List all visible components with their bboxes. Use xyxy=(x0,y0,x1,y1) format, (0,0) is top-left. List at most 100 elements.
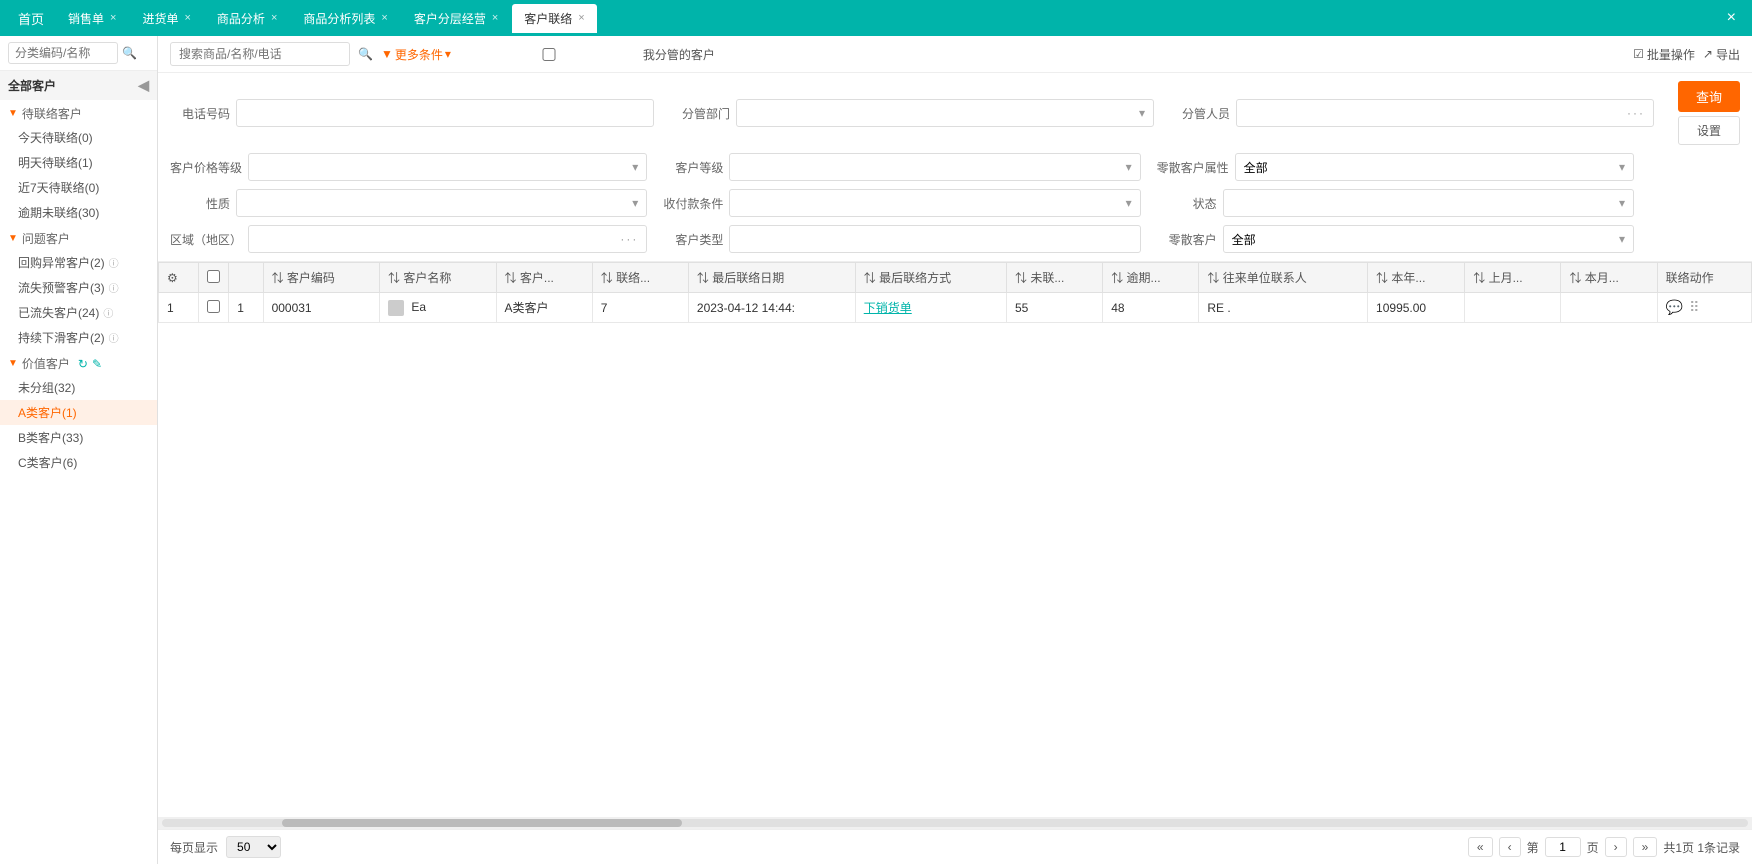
row-checkbox[interactable] xyxy=(207,300,220,313)
settings-button[interactable]: 设置 xyxy=(1678,116,1740,145)
export-button[interactable]: ↗ 导出 xyxy=(1703,46,1740,63)
qr-icon[interactable]: ⠿ xyxy=(1689,299,1699,316)
row-checkbox-cell[interactable] xyxy=(199,293,229,323)
prev-page-button[interactable]: ‹ xyxy=(1499,837,1521,857)
tab-sales[interactable]: 销售单 × xyxy=(56,4,128,33)
col-last-month[interactable]: ⇅ 上月... xyxy=(1465,263,1561,293)
col-this-month[interactable]: ⇅ 本月... xyxy=(1561,263,1657,293)
tab-product-analysis[interactable]: 商品分析 × xyxy=(205,4,289,33)
sidebar-item-churn-warning[interactable]: 流失预警客户(3) ⓘ xyxy=(0,275,157,300)
close-icon[interactable]: × xyxy=(184,12,190,24)
search-input[interactable] xyxy=(170,42,350,66)
tab-purchase[interactable]: 进货单 × xyxy=(130,4,202,33)
retail-attr-select[interactable]: 全部 ▾ xyxy=(1235,153,1634,181)
col-checkbox[interactable] xyxy=(199,263,229,293)
sort-icon: ⇅ xyxy=(601,271,613,285)
row-contact-count: 7 xyxy=(592,293,688,323)
my-customers-checkbox[interactable] xyxy=(459,48,639,61)
price-level-select[interactable]: ▾ xyxy=(248,153,647,181)
query-button[interactable]: 查询 xyxy=(1678,81,1740,112)
close-all-button[interactable]: × xyxy=(1719,5,1744,31)
col-customer-name[interactable]: ⇅ 客户名称 xyxy=(380,263,496,293)
sidebar-item-tomorrow-contact[interactable]: 明天待联络(1) xyxy=(0,150,157,175)
close-icon[interactable]: × xyxy=(110,12,116,24)
tab-customer-contact[interactable]: 客户联络 × xyxy=(512,4,596,33)
pending-contact-group[interactable]: ▼ 待联络客户 xyxy=(0,100,157,125)
col-last-method[interactable]: ⇅ 最后联络方式 xyxy=(855,263,1006,293)
sidebar-item-today-contact[interactable]: 今天待联络(0) xyxy=(0,125,157,150)
customer-level-select[interactable]: ▾ xyxy=(729,153,1140,181)
page-input[interactable] xyxy=(1545,837,1581,857)
col-this-year[interactable]: ⇅ 本年... xyxy=(1368,263,1465,293)
my-customers-checkbox-label[interactable]: 我分管的客户 xyxy=(459,46,715,63)
edit-icon[interactable]: ✎ xyxy=(92,357,102,371)
sort-icon: ⇅ xyxy=(1111,271,1123,285)
status-select[interactable]: ▾ xyxy=(1223,189,1634,217)
payment-select[interactable]: ▾ xyxy=(729,189,1140,217)
select-all-checkbox[interactable] xyxy=(207,270,220,283)
filter-search-icon[interactable]: 🔍 xyxy=(358,47,373,61)
first-page-button[interactable]: « xyxy=(1468,837,1493,857)
col-customer-type[interactable]: ⇅ 客户... xyxy=(496,263,592,293)
chevron-down-icon: ▾ xyxy=(632,196,638,210)
table-footer: 每页显示 50 100 200 « ‹ 第 页 › » 共1页 1条记录 xyxy=(158,829,1752,864)
close-icon[interactable]: × xyxy=(492,12,498,24)
next-page-button[interactable]: › xyxy=(1605,837,1627,857)
sidebar-search-icon[interactable]: 🔍 xyxy=(122,46,137,60)
customer-type-select[interactable] xyxy=(729,225,1140,253)
close-icon[interactable]: × xyxy=(578,12,584,24)
col-customer-code[interactable]: ⇅ 客户编码 xyxy=(263,263,379,293)
contact-method-link[interactable]: 下销货单 xyxy=(864,301,912,315)
tab-home[interactable]: 首页 xyxy=(8,3,54,34)
col-overdue[interactable]: ⇅ 逾期... xyxy=(1103,263,1199,293)
last-page-button[interactable]: » xyxy=(1633,837,1658,857)
per-page-select[interactable]: 50 100 200 xyxy=(226,836,281,858)
sidebar-item-class-b[interactable]: B类客户(33) xyxy=(0,425,157,450)
tab-product-list[interactable]: 商品分析列表 × xyxy=(291,4,399,33)
refresh-icon[interactable]: ↻ xyxy=(78,357,88,371)
scrollbar-thumb[interactable] xyxy=(282,819,682,827)
sort-icon: ⇅ xyxy=(388,271,400,285)
sidebar-item-overdue-contact[interactable]: 逾期未联络(30) xyxy=(0,200,157,225)
filter-nature: 性质 ▾ xyxy=(170,189,647,217)
col-no-contact[interactable]: ⇅ 未联... xyxy=(1007,263,1103,293)
row-unit-contact: RE . xyxy=(1199,293,1368,323)
sidebar-item-churned[interactable]: 已流失客户(24) ⓘ xyxy=(0,300,157,325)
more-conditions-button[interactable]: ▼ 更多条件 ▾ xyxy=(381,46,451,63)
total-records-label: 共1页 1条记录 xyxy=(1663,839,1740,856)
row-customer-name[interactable]: Ea xyxy=(380,293,496,323)
filter-bar-right: ☑ 批量操作 ↗ 导出 xyxy=(1633,46,1740,63)
sidebar-item-unclassified[interactable]: 未分组(32) xyxy=(0,375,157,400)
sidebar-search-input[interactable] xyxy=(8,42,118,64)
col-unit-contact[interactable]: ⇅ 往来单位联系人 xyxy=(1199,263,1368,293)
retail-customer-select[interactable]: 全部 ▾ xyxy=(1223,225,1634,253)
row-actions: 💬 ⠿ xyxy=(1657,293,1751,323)
tab-customer-segment[interactable]: 客户分层经营 × xyxy=(402,4,510,33)
col-last-date[interactable]: ⇅ 最后联络日期 xyxy=(688,263,855,293)
col-settings[interactable]: ⚙ xyxy=(159,263,199,293)
sort-icon: ⇅ xyxy=(1207,271,1219,285)
dept-select[interactable]: ▾ xyxy=(736,99,1154,127)
problem-customers-group[interactable]: ▼ 问题客户 xyxy=(0,225,157,250)
manager-select[interactable]: ··· xyxy=(1236,99,1654,127)
sidebar-item-declining[interactable]: 持续下滑客户(2) ⓘ xyxy=(0,325,157,350)
close-icon[interactable]: × xyxy=(271,12,277,24)
filter-bar: 🔍 ▼ 更多条件 ▾ 我分管的客户 ☑ 批量操作 ↗ 导出 xyxy=(158,36,1752,73)
nature-select[interactable]: ▾ xyxy=(236,189,647,217)
row-last-contact-method[interactable]: 下销货单 xyxy=(855,293,1006,323)
close-icon[interactable]: × xyxy=(381,12,387,24)
batch-op-button[interactable]: ☑ 批量操作 xyxy=(1633,46,1695,63)
col-contact[interactable]: ⇅ 联络... xyxy=(592,263,688,293)
sidebar-item-class-a[interactable]: A类客户(1) xyxy=(0,400,157,425)
sidebar-item-7day-contact[interactable]: 近7天待联络(0) xyxy=(0,175,157,200)
row-customer-code[interactable]: 000031 xyxy=(263,293,379,323)
sidebar-item-class-c[interactable]: C类客户(6) xyxy=(0,450,157,475)
horizontal-scrollbar[interactable] xyxy=(158,817,1752,829)
region-select[interactable]: ··· xyxy=(248,225,647,253)
collapse-icon: ◀ xyxy=(138,77,149,94)
chat-icon[interactable]: 💬 xyxy=(1666,299,1683,316)
value-customers-group[interactable]: ▼ 价值客户 ↻ ✎ xyxy=(0,350,157,375)
sidebar-item-repurchase-abnormal[interactable]: 回购异常客户(2) ⓘ xyxy=(0,250,157,275)
phone-input[interactable] xyxy=(236,99,654,127)
all-customers-header[interactable]: 全部客户 ◀ xyxy=(0,71,157,100)
